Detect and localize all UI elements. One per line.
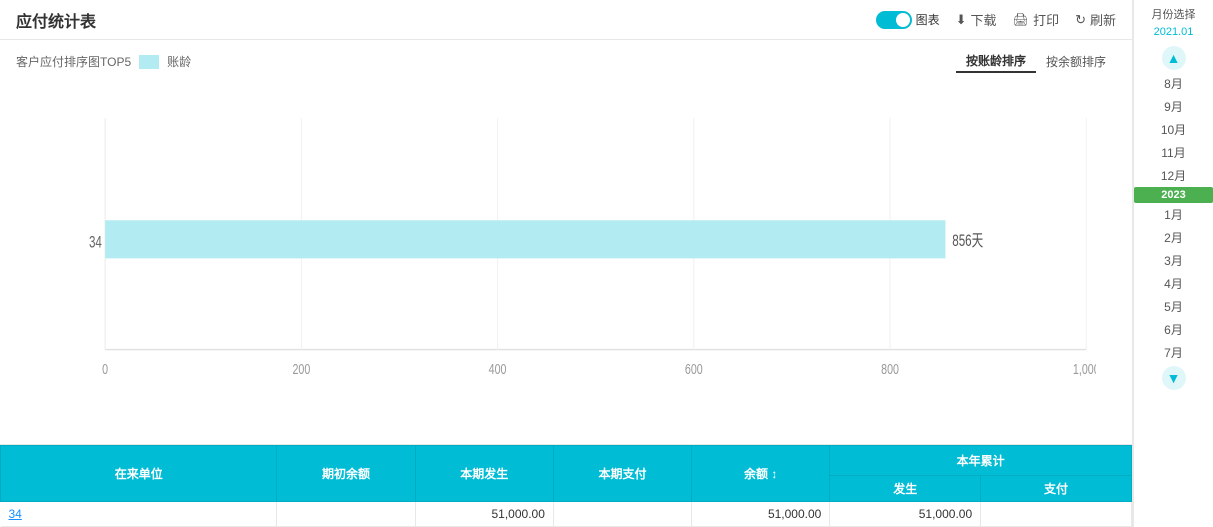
- month-item-6月[interactable]: 6月: [1134, 318, 1213, 341]
- svg-text:34: 34: [89, 234, 102, 252]
- svg-text:800: 800: [881, 360, 899, 377]
- legend-color-label: 账龄: [167, 53, 191, 70]
- cell-balance: 51,000.00: [692, 502, 830, 527]
- stats-table: 在来单位 期初余额 本期发生 本期支付 余额 ↕ 本年累计 发生 支付 34 5…: [0, 445, 1132, 527]
- month-item-10月[interactable]: 10月: [1134, 118, 1213, 141]
- month-item-11月[interactable]: 11月: [1134, 141, 1213, 164]
- month-item-1月[interactable]: 1月: [1134, 203, 1213, 226]
- legend-color-box: [139, 55, 159, 69]
- col-header-pay: 本期支付: [553, 446, 691, 502]
- download-label: 下载: [971, 10, 997, 29]
- cell-year-pay: [981, 502, 1132, 527]
- print-label: 打印: [1033, 10, 1059, 29]
- month-item-9月[interactable]: 9月: [1134, 95, 1213, 118]
- chart-header: 客户应付排序图TOP5 账龄 按账龄排序 按余额排序: [16, 50, 1116, 73]
- col-header-year-pay: 支付: [981, 476, 1132, 502]
- col-header-balance: 余额 ↕: [692, 446, 830, 502]
- chevron-down-icon: ▼: [1167, 370, 1181, 386]
- col-header-opening: 期初余额: [277, 446, 415, 502]
- cell-name: 34: [1, 502, 277, 527]
- chart-toggle-label: 图表: [916, 11, 940, 28]
- col-header-occur: 本期发生: [415, 446, 553, 502]
- col-header-year-occur: 发生: [830, 476, 981, 502]
- refresh-label: 刷新: [1090, 10, 1116, 29]
- page-title: 应付统计表: [16, 8, 96, 32]
- cell-pay: [553, 502, 691, 527]
- month-item-12月[interactable]: 12月: [1134, 164, 1213, 187]
- header-actions: 图表 ⬇ 下载 🖨 打印 ↻ 刷新: [876, 10, 1116, 29]
- table-section: 在来单位 期初余额 本期发生 本期支付 余额 ↕ 本年累计 发生 支付 34 5…: [0, 444, 1132, 527]
- chart-toggle[interactable]: 图表: [876, 11, 940, 29]
- right-sidebar: 月份选择 2021.01 ▲ 8月9月10月11月12月20231月2月3月4月…: [1133, 0, 1213, 527]
- sidebar-title: 月份选择: [1152, 6, 1196, 22]
- svg-text:1,000: 1,000: [1073, 360, 1096, 377]
- download-button[interactable]: ⬇ 下载: [956, 10, 997, 29]
- year-label-2023[interactable]: 2023: [1134, 187, 1213, 203]
- refresh-icon: ↻: [1075, 12, 1086, 28]
- toggle-thumb: [896, 13, 910, 27]
- print-button[interactable]: 🖨 打印: [1013, 10, 1060, 29]
- cell-opening: [277, 502, 415, 527]
- svg-text:600: 600: [685, 360, 703, 377]
- month-item-3月[interactable]: 3月: [1134, 249, 1213, 272]
- bar-chart-svg: 34 856天 0 200 400 600 800 1,000: [76, 91, 1096, 404]
- month-item-8月[interactable]: 8月: [1134, 72, 1213, 95]
- month-item-7月[interactable]: 7月: [1134, 341, 1213, 364]
- table-row: 34 51,000.00 51,000.00 51,000.00: [1, 502, 1132, 527]
- scroll-down-button[interactable]: ▼: [1162, 366, 1186, 390]
- refresh-button[interactable]: ↻ 刷新: [1075, 10, 1116, 29]
- sort-by-amount-button[interactable]: 按余额排序: [1036, 50, 1116, 73]
- print-icon: 🖨: [1013, 12, 1030, 28]
- cell-occur: 51,000.00: [415, 502, 553, 527]
- svg-text:0: 0: [102, 360, 108, 377]
- toggle-track: [876, 11, 912, 29]
- bar-34: [105, 220, 945, 258]
- svg-text:400: 400: [489, 360, 507, 377]
- svg-text:200: 200: [292, 360, 310, 377]
- name-link[interactable]: 34: [9, 507, 22, 521]
- sidebar-date: 2021.01: [1154, 26, 1194, 38]
- chart-sort-buttons: 按账龄排序 按余额排序: [956, 50, 1116, 73]
- sort-by-balance-button[interactable]: 按账龄排序: [956, 50, 1036, 73]
- svg-text:856天: 856天: [952, 232, 983, 250]
- chevron-up-icon: ▲: [1167, 50, 1181, 66]
- chart-legend: 客户应付排序图TOP5 账龄: [16, 53, 191, 70]
- month-list: 8月9月10月11月12月20231月2月3月4月5月6月7月: [1134, 72, 1213, 364]
- month-item-2月[interactable]: 2月: [1134, 226, 1213, 249]
- month-item-4月[interactable]: 4月: [1134, 272, 1213, 295]
- legend-label: 客户应付排序图TOP5: [16, 53, 131, 70]
- chart-section: 客户应付排序图TOP5 账龄 按账龄排序 按余额排序: [0, 40, 1132, 444]
- col-header-name: 在来单位: [1, 446, 277, 502]
- cell-year-occur: 51,000.00: [830, 502, 981, 527]
- scroll-up-button[interactable]: ▲: [1162, 46, 1186, 70]
- col-header-yearly: 本年累计: [830, 446, 1132, 476]
- bar-chart-container: 34 856天 0 200 400 600 800 1,000: [16, 81, 1116, 434]
- month-item-5月[interactable]: 5月: [1134, 295, 1213, 318]
- download-icon: ⬇: [956, 12, 967, 28]
